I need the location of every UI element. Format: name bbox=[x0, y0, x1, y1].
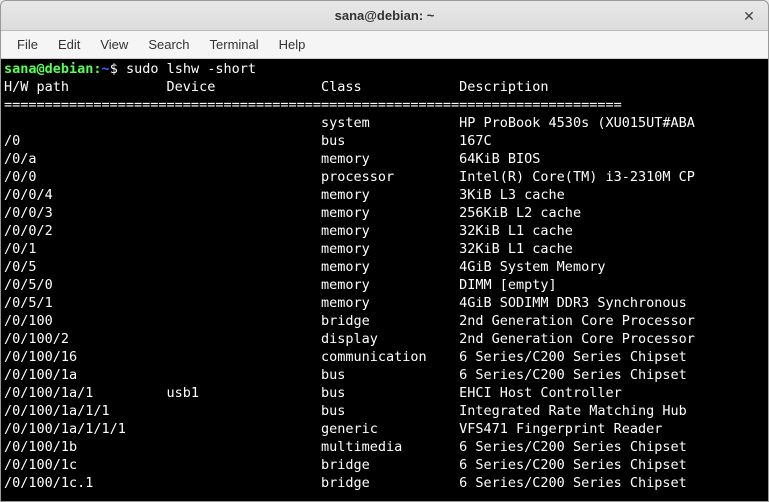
table-row: /0/5 memory 4GiB System Memory bbox=[4, 258, 765, 276]
close-icon[interactable]: ✕ bbox=[740, 7, 758, 25]
prompt-path: ~ bbox=[102, 61, 110, 77]
table-row: /0/100/16 communication 6 Series/C200 Se… bbox=[4, 348, 765, 366]
table-row: /0/100/1a/1/1/1 generic VFS471 Fingerpri… bbox=[4, 420, 765, 438]
terminal-body[interactable]: sana@debian:~$ sudo lshw -shortH/W path … bbox=[1, 59, 768, 501]
menu-view[interactable]: View bbox=[90, 33, 138, 56]
table-row: /0/0/3 memory 256KiB L2 cache bbox=[4, 204, 765, 222]
menubar: File Edit View Search Terminal Help bbox=[1, 31, 768, 59]
table-row: /0/100/1a/1 usb1 bus EHCI Host Controlle… bbox=[4, 384, 765, 402]
menu-terminal[interactable]: Terminal bbox=[200, 33, 269, 56]
prompt-user: sana@debian bbox=[4, 61, 93, 77]
table-row: /0/100/2 display 2nd Generation Core Pro… bbox=[4, 330, 765, 348]
table-row: /0/0/4 memory 3KiB L3 cache bbox=[4, 186, 765, 204]
table-row: /0/100/1c.1 bridge 6 Series/C200 Series … bbox=[4, 474, 765, 492]
divider: ========================================… bbox=[4, 96, 765, 114]
prompt-line: sana@debian:~$ sudo lshw -short bbox=[4, 60, 765, 78]
table-row: system HP ProBook 4530s (XU015UT#ABA bbox=[4, 114, 765, 132]
table-row: /0/5/0 memory DIMM [empty] bbox=[4, 276, 765, 294]
table-row: /0/100/1a bus 6 Series/C200 Series Chips… bbox=[4, 366, 765, 384]
table-header: H/W path Device Class Description bbox=[4, 78, 765, 96]
table-row: /0/0 processor Intel(R) Core(TM) i3-2310… bbox=[4, 168, 765, 186]
menu-edit[interactable]: Edit bbox=[48, 33, 90, 56]
command-text: sudo lshw -short bbox=[126, 61, 256, 77]
table-row: /0/100/1b multimedia 6 Series/C200 Serie… bbox=[4, 438, 765, 456]
window-title: sana@debian: ~ bbox=[335, 8, 435, 23]
table-row: /0 bus 167C bbox=[4, 132, 765, 150]
table-row: /0/0/2 memory 32KiB L1 cache bbox=[4, 222, 765, 240]
table-row: /0/1 memory 32KiB L1 cache bbox=[4, 240, 765, 258]
table-row: /0/100 bridge 2nd Generation Core Proces… bbox=[4, 312, 765, 330]
terminal-window: sana@debian: ~ ✕ File Edit View Search T… bbox=[0, 0, 769, 502]
menu-file[interactable]: File bbox=[7, 33, 48, 56]
table-row: /0/100/1a/1/1 bus Integrated Rate Matchi… bbox=[4, 402, 765, 420]
prompt-dollar: $ bbox=[110, 61, 126, 77]
prompt-sep: : bbox=[93, 61, 101, 77]
titlebar: sana@debian: ~ ✕ bbox=[1, 1, 768, 31]
table-row: /0/5/1 memory 4GiB SODIMM DDR3 Synchrono… bbox=[4, 294, 765, 312]
table-row: /0/a memory 64KiB BIOS bbox=[4, 150, 765, 168]
menu-search[interactable]: Search bbox=[138, 33, 199, 56]
menu-help[interactable]: Help bbox=[269, 33, 316, 56]
table-row: /0/100/1c bridge 6 Series/C200 Series Ch… bbox=[4, 456, 765, 474]
